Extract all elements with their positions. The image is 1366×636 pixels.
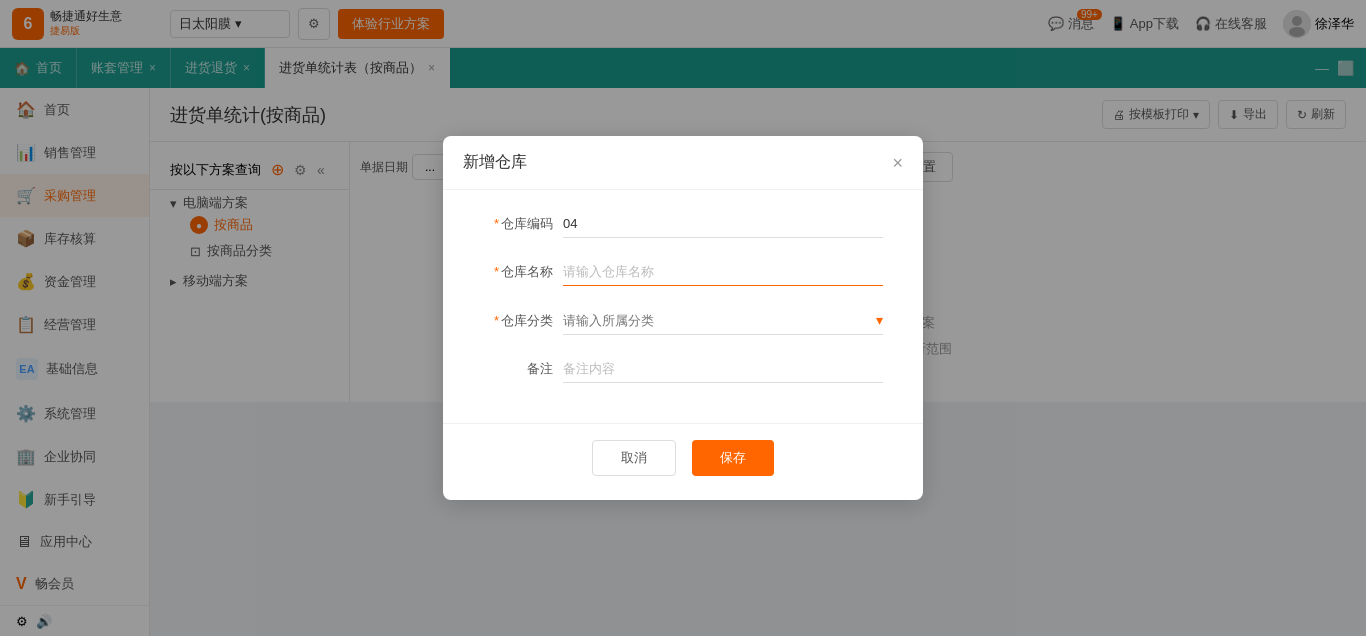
form-row-name: 仓库名称: [483, 258, 883, 286]
save-button[interactable]: 保存: [692, 440, 774, 476]
category-label: 仓库分类: [483, 312, 553, 330]
dialog-overlay: 新增仓库 × 仓库编码 仓库名称 仓库分类 ▾: [0, 0, 1366, 636]
category-input[interactable]: [563, 313, 876, 328]
dialog-close-button[interactable]: ×: [892, 154, 903, 172]
cancel-button[interactable]: 取消: [592, 440, 676, 476]
remark-input[interactable]: [563, 355, 883, 383]
dialog-body: 仓库编码 仓库名称 仓库分类 ▾ 备注: [443, 190, 923, 423]
dialog-title: 新增仓库: [463, 152, 527, 173]
form-row-remark: 备注: [483, 355, 883, 383]
new-warehouse-dialog: 新增仓库 × 仓库编码 仓库名称 仓库分类 ▾: [443, 136, 923, 500]
form-row-code: 仓库编码: [483, 210, 883, 238]
name-label: 仓库名称: [483, 263, 553, 281]
form-row-category: 仓库分类 ▾: [483, 306, 883, 335]
code-label: 仓库编码: [483, 215, 553, 233]
remark-label: 备注: [483, 360, 553, 378]
dialog-footer: 取消 保存: [443, 423, 923, 500]
category-select-row[interactable]: ▾: [563, 306, 883, 335]
name-input[interactable]: [563, 258, 883, 286]
code-input[interactable]: [563, 210, 883, 238]
dialog-header: 新增仓库 ×: [443, 136, 923, 190]
category-chevron-icon: ▾: [876, 312, 883, 328]
